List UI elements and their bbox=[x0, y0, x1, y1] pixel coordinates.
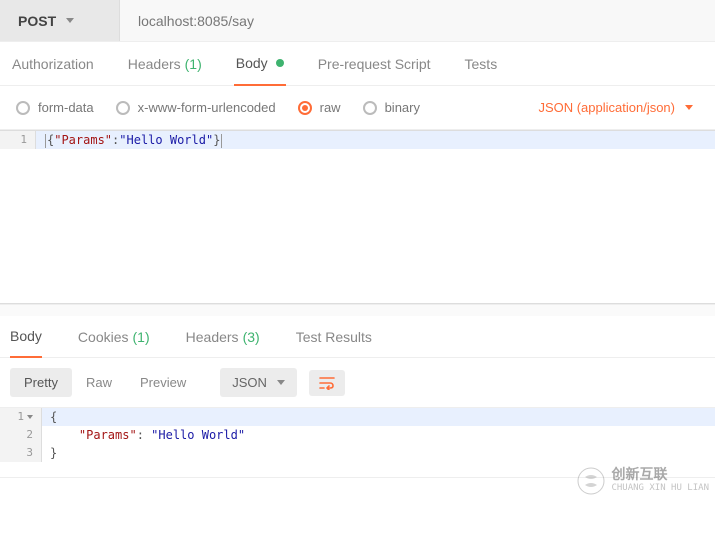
chevron-down-icon bbox=[685, 105, 693, 110]
tab-prerequest[interactable]: Pre-request Script bbox=[316, 42, 433, 86]
resp-tab-headers[interactable]: Headers (3) bbox=[186, 316, 260, 358]
resp-headers-count: (3) bbox=[243, 329, 260, 345]
radio-form-data[interactable]: form-data bbox=[16, 100, 94, 115]
radio-raw[interactable]: raw bbox=[298, 100, 341, 115]
fold-icon bbox=[27, 415, 33, 419]
view-preview-button[interactable]: Preview bbox=[126, 368, 200, 397]
line-number: 1 bbox=[0, 131, 36, 149]
chevron-down-icon bbox=[277, 380, 285, 385]
radio-icon bbox=[16, 101, 30, 115]
wrap-icon bbox=[319, 376, 335, 390]
radio-icon bbox=[363, 101, 377, 115]
http-method-selector[interactable]: POST bbox=[0, 0, 120, 41]
cookies-count: (1) bbox=[133, 329, 150, 345]
chevron-down-icon bbox=[66, 18, 74, 23]
resp-tab-cookies[interactable]: Cookies (1) bbox=[78, 316, 150, 358]
radio-urlencoded[interactable]: x-www-form-urlencoded bbox=[116, 100, 276, 115]
code-line: { bbox=[42, 408, 715, 426]
line-number: 3 bbox=[0, 444, 42, 462]
wrap-lines-button[interactable] bbox=[309, 370, 345, 396]
logo-icon bbox=[577, 467, 605, 478]
http-method-label: POST bbox=[18, 13, 56, 29]
tab-body[interactable]: Body bbox=[234, 42, 286, 86]
view-pretty-button[interactable]: Pretty bbox=[10, 368, 72, 397]
view-raw-button[interactable]: Raw bbox=[72, 368, 126, 397]
response-lang-selector[interactable]: JSON bbox=[220, 368, 297, 397]
resp-tab-test-results[interactable]: Test Results bbox=[296, 316, 372, 358]
watermark: 创新互联 CHUANG XIN HU LIAN bbox=[577, 467, 709, 478]
response-body-editor[interactable]: 1 { 2 "Params": "Hello World" 3 } 创新互联 C… bbox=[0, 408, 715, 478]
code-line: } bbox=[42, 444, 715, 462]
tab-headers[interactable]: Headers (1) bbox=[126, 42, 204, 86]
tab-authorization[interactable]: Authorization bbox=[10, 42, 96, 86]
body-modified-dot-icon bbox=[276, 59, 284, 67]
radio-icon bbox=[116, 101, 130, 115]
request-body-editor[interactable]: 1 {"Params":"Hello World"} bbox=[0, 130, 715, 304]
line-number: 1 bbox=[0, 408, 42, 426]
radio-binary[interactable]: binary bbox=[363, 100, 420, 115]
url-input[interactable]: localhost:8085/say bbox=[120, 0, 715, 41]
code-line: "Params": "Hello World" bbox=[42, 426, 715, 444]
radio-icon bbox=[298, 101, 312, 115]
code-line: {"Params":"Hello World"} bbox=[36, 131, 715, 149]
resp-tab-body[interactable]: Body bbox=[10, 316, 42, 358]
headers-count: (1) bbox=[185, 56, 202, 72]
url-text: localhost:8085/say bbox=[138, 13, 254, 29]
line-number: 2 bbox=[0, 426, 42, 444]
content-type-selector[interactable]: JSON (application/json) bbox=[538, 100, 699, 115]
tab-tests[interactable]: Tests bbox=[463, 42, 500, 86]
